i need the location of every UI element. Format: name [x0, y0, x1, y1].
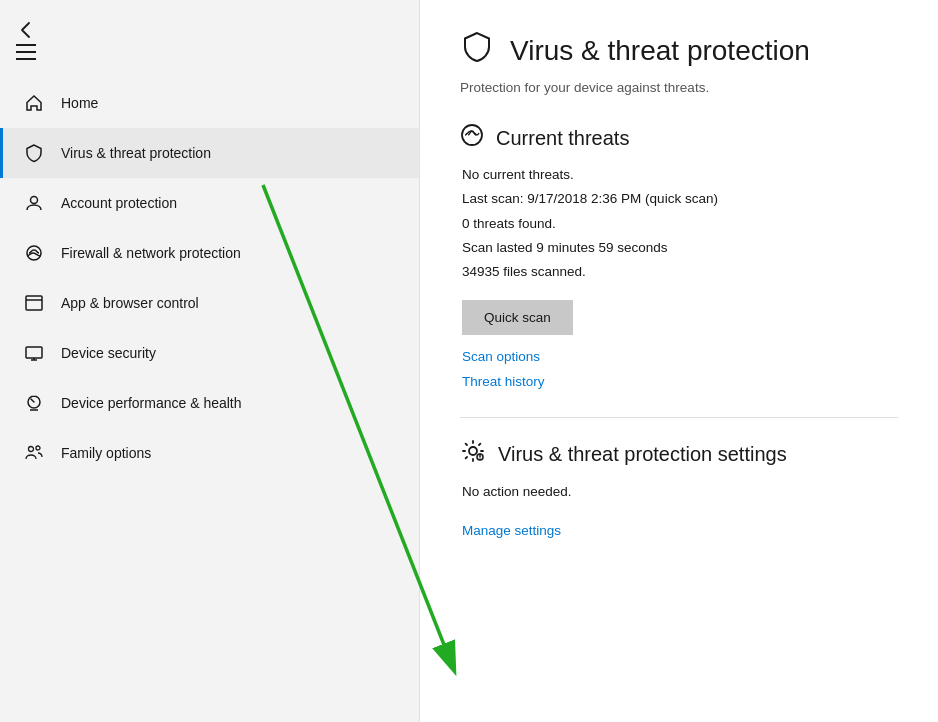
virus-icon: [23, 142, 45, 164]
svg-rect-7: [26, 347, 42, 358]
back-button[interactable]: [16, 20, 403, 40]
threat-status-line-3: Scan lasted 9 minutes 59 seconds: [462, 238, 898, 258]
page-title: Virus & threat protection: [510, 35, 810, 67]
svg-point-3: [31, 197, 38, 204]
scan-options-link[interactable]: Scan options: [462, 349, 898, 364]
sidebar-item-home-label: Home: [61, 95, 98, 111]
current-threats-icon: [460, 123, 484, 153]
current-threats-section: Current threats No current threats. Last…: [460, 123, 898, 389]
sidebar-item-firewall-label: Firewall & network protection: [61, 245, 241, 261]
svg-point-11: [29, 447, 34, 452]
svg-point-13: [469, 447, 477, 455]
sidebar-item-app-browser[interactable]: App & browser control: [0, 278, 419, 328]
sidebar-item-account[interactable]: Account protection: [0, 178, 419, 228]
quick-scan-button[interactable]: Quick scan: [462, 300, 573, 335]
vtp-settings-body: No action needed. Manage settings: [460, 482, 898, 537]
svg-rect-2: [16, 58, 36, 60]
sidebar-item-virus-label: Virus & threat protection: [61, 145, 211, 161]
sidebar-item-device-perf[interactable]: Device performance & health: [0, 378, 419, 428]
main-content: Virus & threat protection Protection for…: [420, 0, 938, 722]
section-divider: [460, 417, 898, 418]
vtp-settings-header: Virus & threat protection settings: [460, 438, 898, 470]
account-icon: [23, 192, 45, 214]
current-threats-body: No current threats. Last scan: 9/17/2018…: [460, 165, 898, 389]
sidebar-item-family-label: Family options: [61, 445, 151, 461]
page-subtitle: Protection for your device against threa…: [460, 80, 898, 95]
sidebar-item-app-browser-label: App & browser control: [61, 295, 199, 311]
hamburger-button[interactable]: [16, 44, 403, 60]
threat-history-link[interactable]: Threat history: [462, 374, 898, 389]
page-header: Virus & threat protection: [460, 30, 898, 72]
device-security-icon: [23, 342, 45, 364]
home-icon: [23, 92, 45, 114]
svg-point-17: [479, 459, 480, 460]
threat-status-line-0: No current threats.: [462, 165, 898, 185]
sidebar-item-home[interactable]: Home: [0, 78, 419, 128]
manage-settings-link[interactable]: Manage settings: [462, 523, 898, 538]
vtp-settings-icon: [460, 438, 486, 470]
sidebar: Home Virus & threat protection Account p…: [0, 0, 420, 722]
sidebar-item-account-label: Account protection: [61, 195, 177, 211]
sidebar-item-device-security[interactable]: Device security: [0, 328, 419, 378]
current-threats-title: Current threats: [496, 127, 629, 150]
sidebar-item-device-security-label: Device security: [61, 345, 156, 361]
threat-status-line-2: 0 threats found.: [462, 214, 898, 234]
threat-status-line-1: Last scan: 9/17/2018 2:36 PM (quick scan…: [462, 189, 898, 209]
sidebar-nav: Home Virus & threat protection Account p…: [0, 78, 419, 478]
device-perf-icon: [23, 392, 45, 414]
vtp-status-line-0: No action needed.: [462, 482, 898, 502]
svg-rect-0: [16, 44, 36, 46]
firewall-icon: [23, 242, 45, 264]
app-browser-icon: [23, 292, 45, 314]
svg-rect-1: [16, 51, 36, 53]
current-threats-header: Current threats: [460, 123, 898, 153]
vtp-settings-title: Virus & threat protection settings: [498, 443, 787, 466]
sidebar-item-firewall[interactable]: Firewall & network protection: [0, 228, 419, 278]
sidebar-top-controls: [0, 10, 419, 70]
threat-status-line-4: 34935 files scanned.: [462, 262, 898, 282]
svg-rect-5: [26, 296, 42, 310]
sidebar-item-device-perf-label: Device performance & health: [61, 395, 242, 411]
sidebar-item-virus[interactable]: Virus & threat protection: [0, 128, 419, 178]
page-header-icon: [460, 30, 494, 72]
sidebar-item-family[interactable]: Family options: [0, 428, 419, 478]
vtp-settings-section: Virus & threat protection settings No ac…: [460, 438, 898, 537]
svg-point-12: [36, 446, 40, 450]
family-icon: [23, 442, 45, 464]
